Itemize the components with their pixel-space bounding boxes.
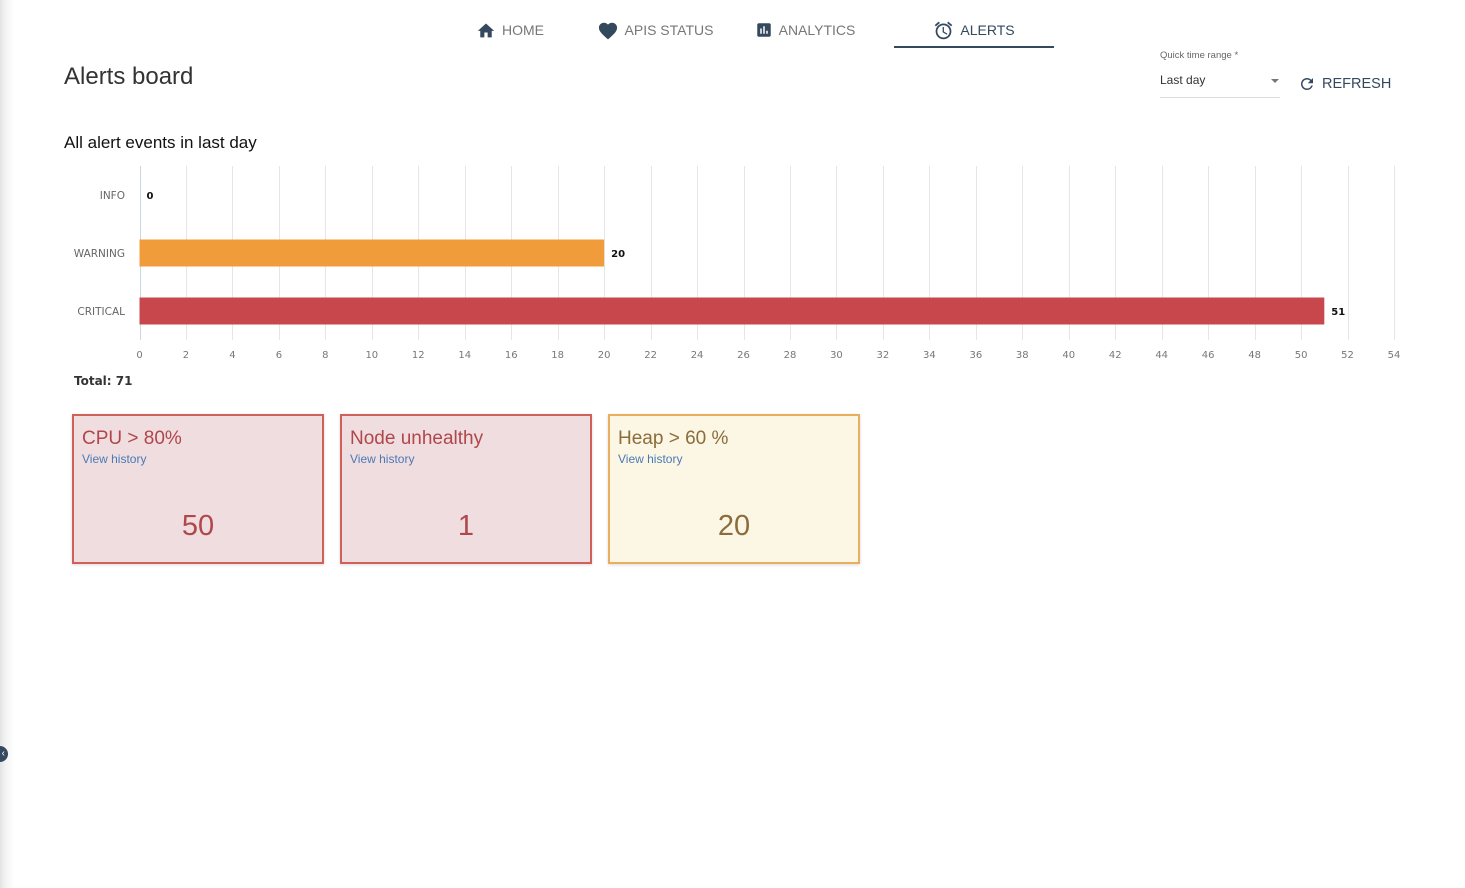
x-tick-label: 28	[784, 350, 797, 361]
x-tick-label: 18	[551, 350, 564, 361]
x-tick-label: 34	[923, 350, 936, 361]
data-label: 20	[611, 249, 625, 260]
tab-analytics[interactable]: ANALYTICS	[736, 14, 874, 48]
time-range-select[interactable]: Last day	[1160, 73, 1280, 98]
alarm-clock-icon	[935, 21, 953, 39]
x-tick-label: 6	[276, 350, 282, 361]
x-tick-label: 24	[691, 350, 704, 361]
alert-card-heap: Heap > 60 % View history 20	[608, 414, 860, 564]
x-tick-label: 52	[1341, 350, 1354, 361]
x-tick-label: 40	[1062, 350, 1075, 361]
time-range-label: Quick time range *	[1160, 50, 1239, 61]
x-tick-label: 4	[229, 350, 235, 361]
view-history-link[interactable]: View history	[82, 452, 146, 466]
bar-chart-icon	[756, 23, 771, 37]
x-tick-label: 0	[136, 350, 142, 361]
bar-warning	[139, 239, 605, 267]
refresh-label: REFRESH	[1322, 76, 1392, 92]
heart-icon	[598, 22, 617, 40]
x-tick-label: 8	[322, 350, 328, 361]
card-count: 50	[181, 510, 215, 542]
x-tick-label: 54	[1388, 350, 1401, 361]
x-tick-label: 38	[1016, 350, 1029, 361]
alert-card-node: Node unhealthy View history 1	[340, 414, 592, 564]
x-tick-label: 16	[505, 350, 518, 361]
chart-title: All alert events in last day	[64, 133, 257, 152]
x-tick-label: 30	[830, 350, 843, 361]
x-tick-label: 10	[365, 350, 378, 361]
tab-home[interactable]: HOME	[446, 14, 574, 48]
page-title: Alerts board	[64, 63, 194, 90]
alert-card-cpu: CPU > 80% View history 50	[72, 414, 324, 564]
view-history-link[interactable]: View history	[618, 452, 682, 466]
card-title: Heap > 60 %	[618, 428, 729, 449]
view-history-link[interactable]: View history	[350, 452, 414, 466]
total-count: Total: 71	[74, 374, 133, 388]
x-tick-label: 22	[644, 350, 657, 361]
tab-label: APIS STATUS	[624, 22, 714, 38]
x-tick-label: 2	[183, 350, 189, 361]
refresh-icon	[1301, 78, 1313, 90]
x-tick-label: 14	[458, 350, 471, 361]
bar-critical	[139, 297, 1325, 325]
tab-label: HOME	[502, 22, 544, 38]
x-tick-label: 26	[737, 350, 750, 361]
dropdown-caret-icon	[1271, 79, 1279, 83]
tab-alerts[interactable]: ALERTS	[894, 14, 1054, 48]
home-icon	[477, 23, 495, 38]
category-label: WARNING	[74, 248, 125, 260]
main-nav: HOME APIS STATUS ANALYTICS ALERTS	[446, 14, 1054, 48]
category-label: INFO	[100, 190, 125, 202]
tab-label: ALERTS	[960, 22, 1015, 38]
x-tick-label: 48	[1248, 350, 1261, 361]
tab-label: ANALYTICS	[778, 22, 856, 38]
card-count: 20	[717, 510, 751, 542]
x-tick-label: 12	[412, 350, 425, 361]
card-title: Node unhealthy	[350, 428, 484, 449]
quick-time-range: Quick time range * Last day	[1160, 50, 1280, 98]
category-label: CRITICAL	[77, 306, 125, 318]
data-label: 51	[1331, 307, 1345, 318]
x-tick-label: 46	[1202, 350, 1215, 361]
x-tick-label: 20	[598, 350, 611, 361]
refresh-button[interactable]: REFRESH	[1298, 72, 1391, 96]
card-title: CPU > 80%	[82, 428, 182, 449]
x-tick-label: 44	[1155, 350, 1168, 361]
time-range-value: Last day	[1160, 73, 1206, 87]
data-label: 0	[147, 191, 154, 202]
card-count: 1	[457, 510, 475, 542]
tab-apis-status[interactable]: APIS STATUS	[574, 14, 736, 48]
x-tick-label: 50	[1295, 350, 1308, 361]
x-tick-label: 36	[969, 350, 982, 361]
x-tick-label: 42	[1109, 350, 1122, 361]
x-tick-label: 32	[877, 350, 890, 361]
chevron-left-icon: ‹	[1, 748, 5, 759]
alert-cards: CPU > 80% View history 50 Node unhealthy…	[72, 414, 860, 564]
